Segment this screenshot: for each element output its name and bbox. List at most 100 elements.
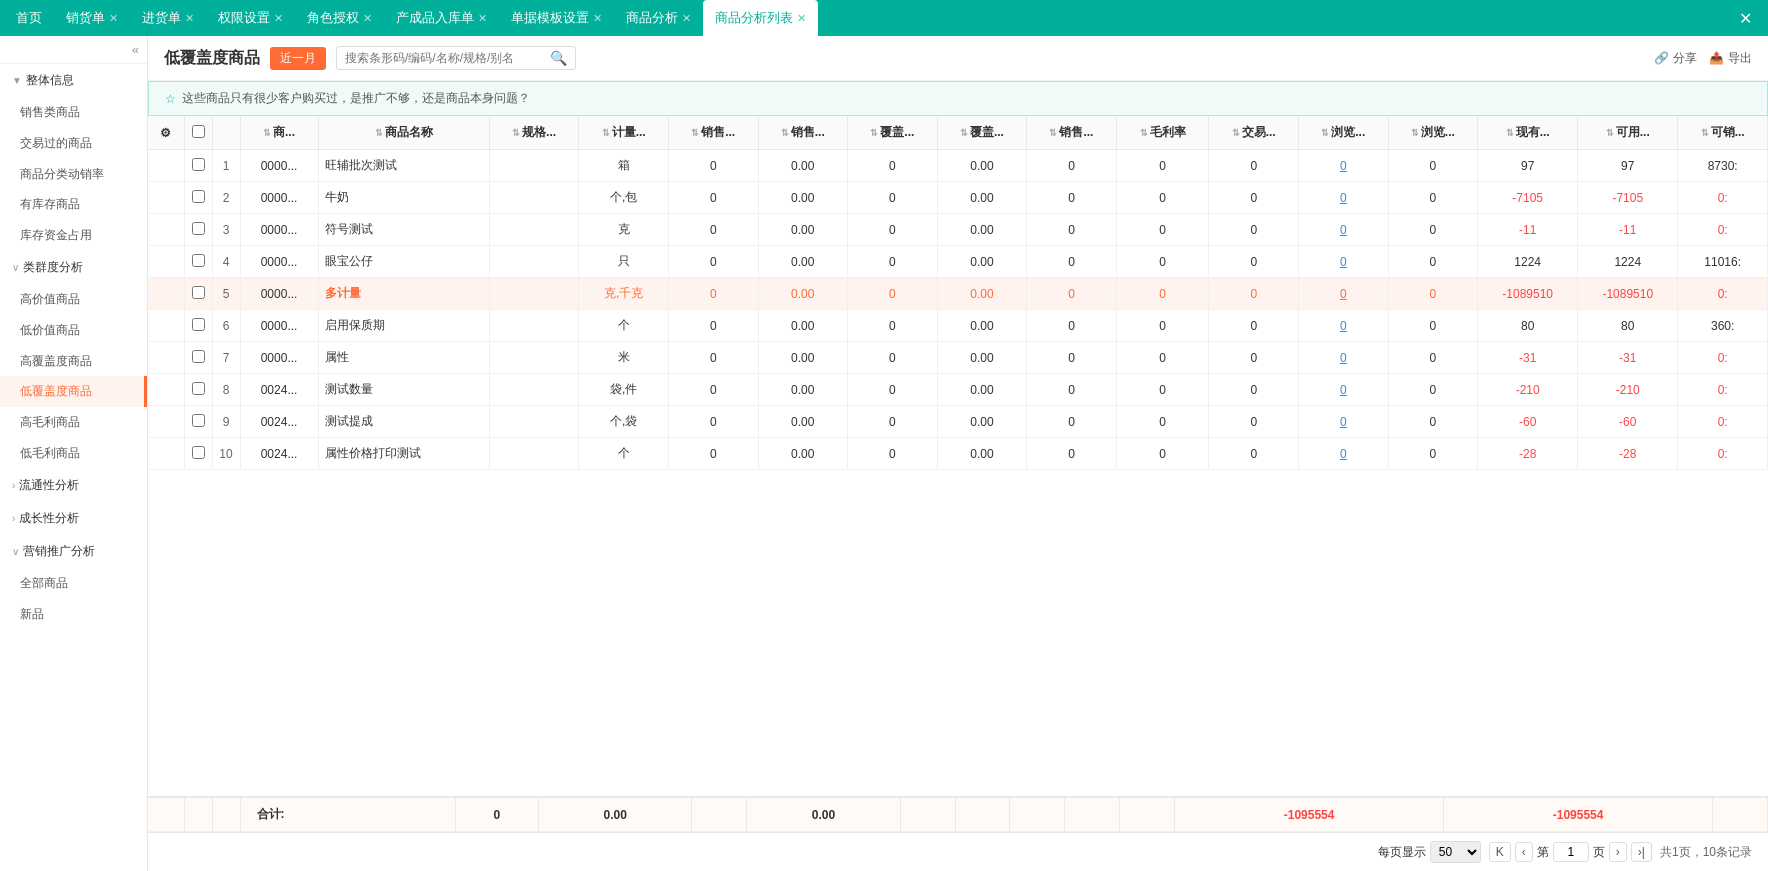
tab-sales[interactable]: 销货单 ✕ <box>54 0 130 36</box>
sidebar-item-high-value[interactable]: 高价值商品 <box>0 284 147 315</box>
tab-home[interactable]: 首页 <box>4 0 54 36</box>
tab-purchase[interactable]: 进货单 ✕ <box>130 0 206 36</box>
col-name[interactable]: ⇅ 商品名称 <box>318 116 489 150</box>
col-sales1[interactable]: ⇅ 销售... <box>668 116 758 150</box>
search-icon[interactable]: 🔍 <box>550 50 567 66</box>
row-checkbox-cell[interactable] <box>184 246 212 278</box>
tab-goods-analysis-close[interactable]: ✕ <box>682 0 691 36</box>
tab-role-close[interactable]: ✕ <box>363 0 372 36</box>
row-checkbox-cell[interactable] <box>184 342 212 374</box>
col-trans[interactable]: ⇅ 交易... <box>1209 116 1299 150</box>
sidebar-item-all-goods[interactable]: 全部商品 <box>0 568 147 599</box>
row-checkbox-cell[interactable] <box>184 150 212 182</box>
row-checkbox-cell[interactable] <box>184 182 212 214</box>
row-browse1[interactable]: 0 <box>1299 310 1389 342</box>
search-input[interactable] <box>345 51 546 65</box>
first-page-button[interactable]: K <box>1489 842 1511 862</box>
col-cover1[interactable]: ⇅ 覆盖... <box>848 116 938 150</box>
row-checkbox-cell[interactable] <box>184 310 212 342</box>
sidebar-group-circulation[interactable]: › 流通性分析 <box>0 469 147 502</box>
col-browse1[interactable]: ⇅ 浏览... <box>1299 116 1389 150</box>
row-checkbox[interactable] <box>192 158 205 171</box>
tab-product-inbound-close[interactable]: ✕ <box>478 0 487 36</box>
tab-sales-close[interactable]: ✕ <box>109 0 118 36</box>
next-page-button[interactable]: › <box>1609 842 1627 862</box>
row-cover2: 0.00 <box>937 150 1027 182</box>
row-checkbox[interactable] <box>192 446 205 459</box>
col-avail[interactable]: ⇅ 可用... <box>1578 116 1678 150</box>
tab-permission-close[interactable]: ✕ <box>274 0 283 36</box>
share-button[interactable]: 🔗 分享 <box>1654 50 1697 67</box>
row-browse1[interactable]: 0 <box>1299 150 1389 182</box>
export-button[interactable]: 📤 导出 <box>1709 50 1752 67</box>
row-checkbox-cell[interactable] <box>184 374 212 406</box>
window-close-button[interactable]: ✕ <box>1727 9 1764 28</box>
col-code[interactable]: ⇅ 商... <box>240 116 318 150</box>
col-gross[interactable]: ⇅ 毛利率 <box>1116 116 1209 150</box>
tab-goods-analysis[interactable]: 商品分析 ✕ <box>614 0 703 36</box>
sidebar-item-sales-goods[interactable]: 销售类商品 <box>0 97 147 128</box>
tab-product-inbound[interactable]: 产成品入库单 ✕ <box>384 0 499 36</box>
row-checkbox[interactable] <box>192 318 205 331</box>
sidebar-item-new-goods[interactable]: 新品 <box>0 599 147 630</box>
row-browse1[interactable]: 0 <box>1299 182 1389 214</box>
col-settings[interactable]: ⚙ <box>148 116 184 150</box>
row-browse1[interactable]: 0 <box>1299 214 1389 246</box>
sidebar-item-inventory-capital[interactable]: 库存资金占用 <box>0 220 147 251</box>
col-sale3[interactable]: ⇅ 销售... <box>1027 116 1117 150</box>
col-cover2[interactable]: ⇅ 覆盖... <box>937 116 1027 150</box>
time-filter-button[interactable]: 近一月 <box>270 47 326 70</box>
sidebar-item-low-profit[interactable]: 低毛利商品 <box>0 438 147 469</box>
tab-goods-analysis-list-close[interactable]: ✕ <box>797 0 806 36</box>
row-browse1[interactable]: 0 <box>1299 438 1389 470</box>
row-checkbox[interactable] <box>192 190 205 203</box>
sidebar-collapse-button[interactable]: « <box>132 42 139 57</box>
sidebar-item-high-coverage[interactable]: 高覆盖度商品 <box>0 346 147 377</box>
row-browse1[interactable]: 0 <box>1299 342 1389 374</box>
row-checkbox-cell[interactable] <box>184 278 212 310</box>
tab-template-settings-close[interactable]: ✕ <box>593 0 602 36</box>
row-checkbox[interactable] <box>192 222 205 235</box>
row-browse1[interactable]: 0 <box>1299 406 1389 438</box>
col-sales2[interactable]: ⇅ 销售... <box>758 116 848 150</box>
sort-icon: ⇅ <box>1701 128 1709 138</box>
page-number-input[interactable] <box>1553 842 1589 862</box>
sidebar-group-growth[interactable]: › 成长性分析 <box>0 502 147 535</box>
col-spec[interactable]: ⇅ 规格... <box>489 116 579 150</box>
row-browse1[interactable]: 0 <box>1299 374 1389 406</box>
sidebar-group-overall[interactable]: ▼ 整体信息 <box>0 64 147 97</box>
col-browse2[interactable]: ⇅ 浏览... <box>1388 116 1478 150</box>
col-checkbox[interactable] <box>184 116 212 150</box>
table-container[interactable]: ⚙ ⇅ 商... <box>148 116 1768 796</box>
tab-template-settings[interactable]: 单据模板设置 ✕ <box>499 0 614 36</box>
sidebar-item-category-rate[interactable]: 商品分类动销率 <box>0 159 147 190</box>
sidebar-item-low-value[interactable]: 低价值商品 <box>0 315 147 346</box>
sidebar-group-cluster[interactable]: ∨ 类群度分析 <box>0 251 147 284</box>
select-all-checkbox[interactable] <box>192 125 205 138</box>
sidebar-item-low-coverage[interactable]: 低覆盖度商品 <box>0 376 147 407</box>
row-browse1[interactable]: 0 <box>1299 278 1389 310</box>
tab-role[interactable]: 角色授权 ✕ <box>295 0 384 36</box>
tab-goods-analysis-list[interactable]: 商品分析列表 ✕ <box>703 0 818 36</box>
row-checkbox-cell[interactable] <box>184 214 212 246</box>
row-checkbox-cell[interactable] <box>184 438 212 470</box>
tab-permission[interactable]: 权限设置 ✕ <box>206 0 295 36</box>
sidebar-group-marketing[interactable]: ∨ 营销推广分析 <box>0 535 147 568</box>
last-page-button[interactable]: ›| <box>1631 842 1652 862</box>
tab-purchase-close[interactable]: ✕ <box>185 0 194 36</box>
row-checkbox[interactable] <box>192 350 205 363</box>
row-browse1[interactable]: 0 <box>1299 246 1389 278</box>
row-checkbox[interactable] <box>192 254 205 267</box>
row-checkbox[interactable] <box>192 382 205 395</box>
col-unit[interactable]: ⇅ 计量... <box>579 116 669 150</box>
col-current[interactable]: ⇅ 现有... <box>1478 116 1578 150</box>
per-page-select[interactable]: 50 20 100 <box>1430 841 1481 863</box>
sidebar-item-traded-goods[interactable]: 交易过的商品 <box>0 128 147 159</box>
sidebar-item-inventory-goods[interactable]: 有库存商品 <box>0 189 147 220</box>
row-checkbox[interactable] <box>192 414 205 427</box>
prev-page-button[interactable]: ‹ <box>1515 842 1533 862</box>
row-checkbox-cell[interactable] <box>184 406 212 438</box>
sidebar-item-high-profit[interactable]: 高毛利商品 <box>0 407 147 438</box>
row-checkbox[interactable] <box>192 286 205 299</box>
col-sellable[interactable]: ⇅ 可销... <box>1678 116 1768 150</box>
